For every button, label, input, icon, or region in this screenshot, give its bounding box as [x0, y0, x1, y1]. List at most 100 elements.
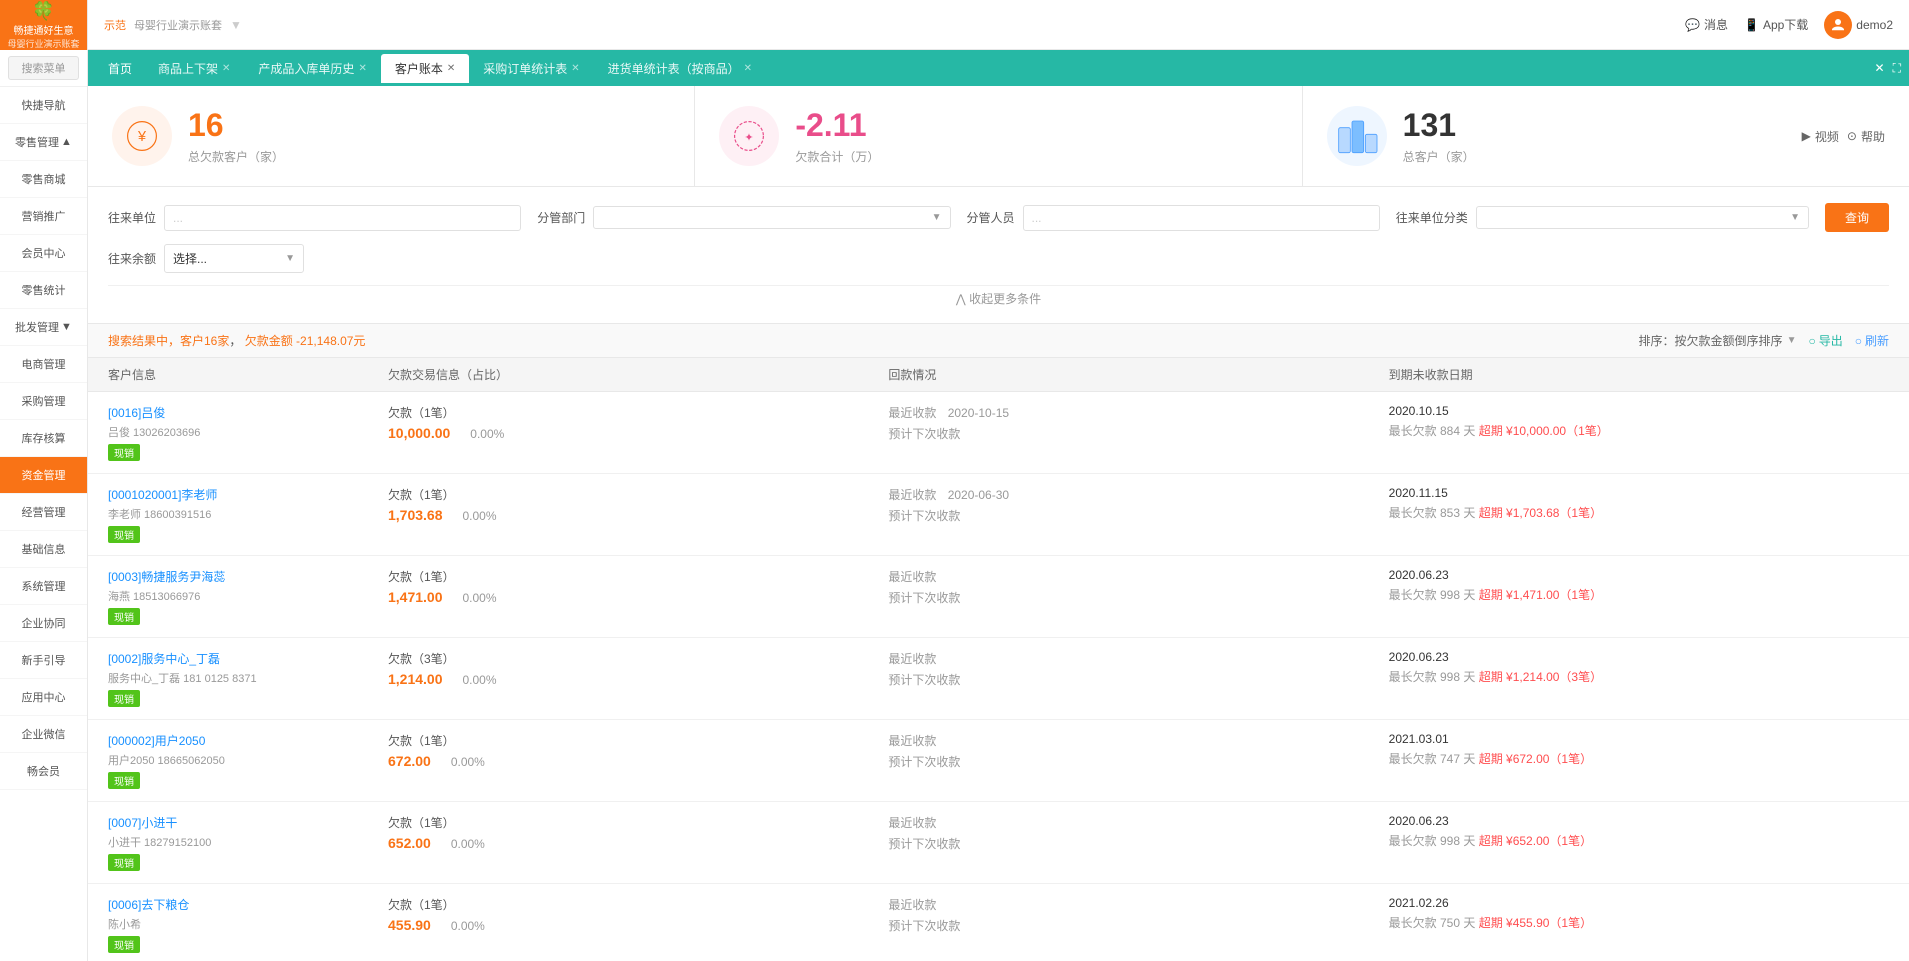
- balance-select[interactable]: 选择... ▼: [164, 244, 304, 273]
- due-overdue-0[interactable]: 超期 ¥10,000.00（1笔）: [1479, 424, 1609, 438]
- app-download-button[interactable]: 📱 App下载: [1744, 16, 1808, 33]
- sidebar-item-huiyuan[interactable]: 会员中心: [0, 235, 87, 272]
- sidebar-item-jingying[interactable]: 经营管理: [0, 494, 87, 531]
- sidebar-item-qiye[interactable]: 企业协同: [0, 605, 87, 642]
- close-all-icon[interactable]: ✕: [1875, 61, 1885, 75]
- sidebar-item-kuaijie[interactable]: 快捷导航: [0, 87, 87, 124]
- debt-amount-2: 1,471.00: [388, 589, 443, 605]
- customer-tag-6: 现销: [108, 936, 140, 953]
- tab-stock-stats-label: 进货单统计表（按商品）: [608, 60, 740, 77]
- sidebar-item-pifa[interactable]: 批发管理▼: [0, 309, 87, 346]
- sidebar-item-jichu[interactable]: 基础信息: [0, 531, 87, 568]
- sidebar-item-shangcheng[interactable]: 零售商城: [0, 161, 87, 198]
- video-button[interactable]: ▶ 视频: [1802, 128, 1839, 145]
- search-menu-box[interactable]: 搜索菜单: [8, 56, 79, 80]
- tab-products[interactable]: 商品上下架 ✕: [144, 54, 244, 83]
- sidebar: 🍀 畅捷通好生意 母婴行业演示账套 搜索菜单 快捷导航 零售管理▲ 零售商城 营…: [0, 0, 88, 961]
- customer-name-4[interactable]: [000002]用户2050: [108, 732, 388, 749]
- customer-tag-3: 现销: [108, 690, 140, 707]
- sidebar-search-area[interactable]: 搜索菜单: [0, 50, 87, 87]
- customer-meta-4: 用户2050 18665062050: [108, 752, 388, 768]
- export-button[interactable]: ○ 导出: [1808, 332, 1842, 349]
- user-profile-button[interactable]: demo2: [1824, 11, 1893, 39]
- tab-customer-account[interactable]: 客户账本 ✕: [381, 54, 469, 83]
- filter-category: 往来单位分类 ▼: [1396, 206, 1809, 229]
- stats-bar: ¥ 16 总欠款客户（家） ✦ -2.11 欠款合计（万）: [88, 86, 1909, 187]
- col-due-date: 到期未收款日期: [1389, 366, 1889, 383]
- results-amount: 欠款金额 -21,148.07元: [245, 334, 366, 348]
- sidebar-item-caigou[interactable]: 采购管理: [0, 383, 87, 420]
- sidebar-item-lingshou[interactable]: 零售管理▲: [0, 124, 87, 161]
- due-overdue-3[interactable]: 超期 ¥1,214.00（3笔）: [1479, 670, 1602, 684]
- expand-icon[interactable]: ⛶: [1893, 61, 1901, 76]
- customer-name-2[interactable]: [0003]畅捷服务尹海蕊: [108, 568, 388, 585]
- sort-label: 排序：按欠款金额倒序排序: [1639, 332, 1783, 349]
- sidebar-item-qiyeweixin[interactable]: 企业微信: [0, 716, 87, 753]
- recovery-next-5: 预计下次收款: [888, 835, 1388, 852]
- sidebar-item-kucun[interactable]: 库存核算: [0, 420, 87, 457]
- debt-info-1: 欠款（1笔） 1,703.68 0.00%: [388, 486, 888, 523]
- message-button[interactable]: 💬 消息: [1685, 16, 1728, 33]
- customer-info-5: [0007]小进干 小进干 18279152100 现销: [108, 814, 388, 871]
- search-button[interactable]: 查询: [1825, 203, 1889, 232]
- help-button[interactable]: ⊙ 帮助: [1847, 128, 1885, 145]
- col-recovery: 回款情况: [888, 366, 1388, 383]
- stat-card-debt-customers: ¥ 16 总欠款客户（家）: [88, 86, 695, 186]
- results-summary: 搜索结果中，客户16家: [108, 334, 229, 348]
- sidebar-item-dianshang[interactable]: 电商管理: [0, 346, 87, 383]
- due-overdue-1[interactable]: 超期 ¥1,703.68（1笔）: [1479, 506, 1602, 520]
- stat-debt-total-number: -2.11: [795, 107, 879, 144]
- sidebar-item-lingshoujishu[interactable]: 零售统计: [0, 272, 87, 309]
- tab-stock-stats[interactable]: 进货单统计表（按商品） ✕: [594, 54, 766, 83]
- table-header: 客户信息 欠款交易信息（占比） 回款情况 到期未收款日期: [88, 358, 1909, 392]
- tab-production-close[interactable]: ✕: [358, 63, 366, 74]
- due-overdue-2[interactable]: 超期 ¥1,471.00（1笔）: [1479, 588, 1602, 602]
- sidebar-item-xitong[interactable]: 系统管理: [0, 568, 87, 605]
- stat-card-total-customers: 131 总客户（家） ▶ 视频 ⊙ 帮助: [1303, 86, 1909, 186]
- chevron-down-icon-pifa: ▼: [61, 321, 72, 333]
- tab-customer-account-label: 客户账本: [395, 60, 443, 77]
- due-date-6: 2021.02.26: [1389, 896, 1889, 910]
- customer-name-0[interactable]: [0016]吕俊: [108, 404, 388, 421]
- avatar: [1824, 11, 1852, 39]
- tab-products-close[interactable]: ✕: [222, 63, 230, 74]
- tab-production[interactable]: 产成品入库单历史 ✕: [244, 54, 380, 83]
- manager-input[interactable]: ...: [1023, 205, 1380, 231]
- tab-purchase-order-close[interactable]: ✕: [571, 63, 579, 74]
- recovery-label-4: 最近收款: [888, 732, 1388, 749]
- tab-stock-stats-close[interactable]: ✕: [744, 63, 752, 74]
- collapse-filters-button[interactable]: ⋀ 收起更多条件: [108, 285, 1889, 311]
- customer-name-5[interactable]: [0007]小进干: [108, 814, 388, 831]
- customer-name-6[interactable]: [0006]去下粮仓: [108, 896, 388, 913]
- refresh-icon: ○: [1855, 334, 1862, 348]
- due-overdue-6[interactable]: 超期 ¥455.90（1笔）: [1479, 916, 1592, 930]
- refresh-button[interactable]: ○ 刷新: [1855, 332, 1889, 349]
- sort-select[interactable]: 排序：按欠款金额倒序排序 ▼: [1639, 332, 1797, 349]
- due-overdue-4[interactable]: 超期 ¥672.00（1笔）: [1479, 752, 1592, 766]
- chevron-down-icon: ▲: [61, 136, 72, 148]
- debt-count-3: 欠款（3笔）: [388, 650, 888, 667]
- stat-total-customers-info: 131 总客户（家）: [1403, 107, 1475, 165]
- sidebar-item-zijin[interactable]: 资金管理: [0, 457, 87, 494]
- sidebar-item-yingxiao[interactable]: 营销推广: [0, 198, 87, 235]
- recovery-label-5: 最近收款: [888, 814, 1388, 831]
- customer-meta-6: 陈小希: [108, 916, 388, 932]
- stat-total-customers-label: 总客户（家）: [1403, 148, 1475, 165]
- app-logo: 🍀 畅捷通好生意 母婴行业演示账套: [0, 0, 87, 50]
- customer-name-1[interactable]: [0001020001]李老师: [108, 486, 388, 503]
- recovery-label-0: 最近收款 2020-10-15: [888, 404, 1388, 421]
- tab-purchase-order[interactable]: 采购订单统计表 ✕: [469, 54, 593, 83]
- debt-amount-3: 1,214.00: [388, 671, 443, 687]
- sidebar-item-xinshou[interactable]: 新手引导: [0, 642, 87, 679]
- sidebar-item-changhui[interactable]: 畅会员: [0, 753, 87, 790]
- tab-customer-account-close[interactable]: ✕: [447, 63, 455, 74]
- sidebar-item-yingyong[interactable]: 应用中心: [0, 679, 87, 716]
- customer-name-3[interactable]: [0002]服务中心_丁磊: [108, 650, 388, 667]
- supplier-input[interactable]: ...: [164, 205, 521, 231]
- tab-home[interactable]: 首页: [96, 54, 144, 83]
- category-select[interactable]: ▼: [1476, 206, 1809, 229]
- total-customers-icon: [1327, 106, 1387, 166]
- due-overdue-5[interactable]: 超期 ¥652.00（1笔）: [1479, 834, 1592, 848]
- dept-select[interactable]: ▼: [593, 206, 950, 229]
- category-chevron-icon: ▼: [1790, 212, 1800, 223]
